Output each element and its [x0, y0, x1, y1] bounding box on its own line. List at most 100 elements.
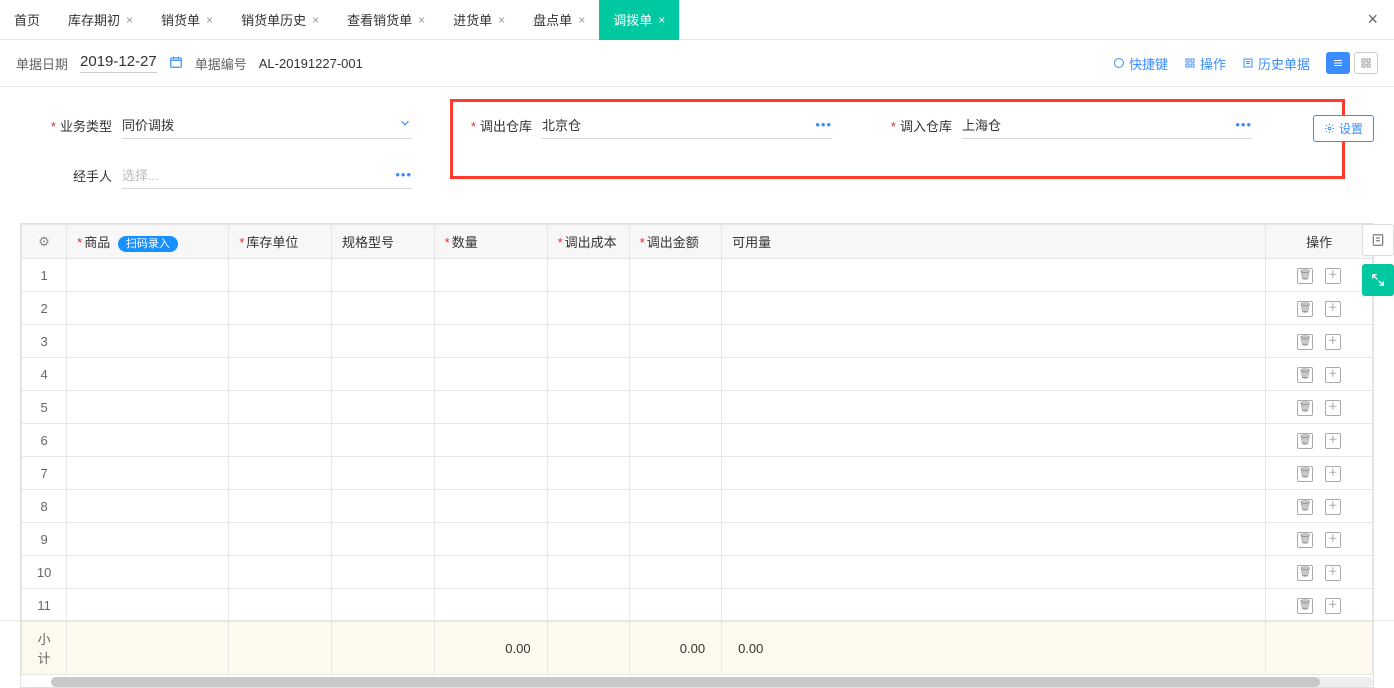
close-icon[interactable]: × [658, 13, 665, 27]
delete-row-icon[interactable]: 🗑 [1297, 367, 1313, 383]
cell-product[interactable] [67, 424, 229, 457]
scan-badge[interactable]: 扫码录入 [118, 236, 178, 252]
cell-cost[interactable] [547, 556, 629, 589]
cell-avail[interactable] [722, 490, 1266, 523]
cell-qty[interactable] [434, 325, 547, 358]
tab-sales-order[interactable]: 销货单× [147, 0, 227, 40]
horizontal-scrollbar[interactable] [51, 677, 1373, 687]
cell-qty[interactable] [434, 490, 547, 523]
cell-unit[interactable] [229, 391, 332, 424]
cell-unit[interactable] [229, 358, 332, 391]
tab-purchase[interactable]: 进货单× [439, 0, 519, 40]
cell-amount[interactable] [629, 490, 721, 523]
add-row-icon[interactable]: ＋ [1325, 367, 1341, 383]
cell-unit[interactable] [229, 589, 332, 622]
table-row[interactable]: 8 🗑 ＋ [22, 490, 1373, 523]
close-icon[interactable]: × [498, 13, 505, 27]
calendar-icon[interactable] [169, 55, 183, 72]
cell-product[interactable] [67, 490, 229, 523]
delete-row-icon[interactable]: 🗑 [1297, 301, 1313, 317]
table-row[interactable]: 4 🗑 ＋ [22, 358, 1373, 391]
table-row[interactable]: 7 🗑 ＋ [22, 457, 1373, 490]
date-value[interactable]: 2019-12-27 [80, 53, 157, 73]
table-row[interactable]: 6 🗑 ＋ [22, 424, 1373, 457]
close-icon[interactable]: × [126, 13, 133, 27]
operate-link[interactable]: 操作 [1184, 54, 1226, 73]
notes-icon[interactable] [1362, 224, 1394, 256]
add-row-icon[interactable]: ＋ [1325, 598, 1341, 614]
cell-unit[interactable] [229, 457, 332, 490]
add-row-icon[interactable]: ＋ [1325, 532, 1341, 548]
cell-avail[interactable] [722, 358, 1266, 391]
cell-cost[interactable] [547, 325, 629, 358]
close-icon[interactable]: × [206, 13, 213, 27]
cell-cost[interactable] [547, 490, 629, 523]
cell-avail[interactable] [722, 259, 1266, 292]
cell-unit[interactable] [229, 556, 332, 589]
history-link[interactable]: 历史单据 [1242, 54, 1310, 73]
cell-spec[interactable] [332, 292, 435, 325]
cell-spec[interactable] [332, 391, 435, 424]
cell-spec[interactable] [332, 490, 435, 523]
out-warehouse-select[interactable]: 北京仓 ••• [542, 111, 832, 139]
settings-button[interactable]: 设置 [1313, 115, 1374, 142]
tab-inventory-init[interactable]: 库存期初× [54, 0, 147, 40]
cell-cost[interactable] [547, 589, 629, 622]
cell-unit[interactable] [229, 259, 332, 292]
delete-row-icon[interactable]: 🗑 [1297, 433, 1313, 449]
more-icon[interactable]: ••• [815, 117, 832, 132]
cell-amount[interactable] [629, 292, 721, 325]
cell-unit[interactable] [229, 292, 332, 325]
cell-cost[interactable] [547, 358, 629, 391]
cell-cost[interactable] [547, 457, 629, 490]
cell-cost[interactable] [547, 391, 629, 424]
delete-row-icon[interactable]: 🗑 [1297, 400, 1313, 416]
cell-product[interactable] [67, 523, 229, 556]
close-all-icon[interactable]: × [1361, 9, 1384, 30]
delete-row-icon[interactable]: 🗑 [1297, 466, 1313, 482]
tab-stocktake[interactable]: 盘点单× [519, 0, 599, 40]
cell-qty[interactable] [434, 358, 547, 391]
delete-row-icon[interactable]: 🗑 [1297, 598, 1313, 614]
cell-unit[interactable] [229, 490, 332, 523]
cell-spec[interactable] [332, 457, 435, 490]
cell-cost[interactable] [547, 259, 629, 292]
cell-cost[interactable] [547, 292, 629, 325]
add-row-icon[interactable]: ＋ [1325, 268, 1341, 284]
cell-spec[interactable] [332, 556, 435, 589]
table-row[interactable]: 2 🗑 ＋ [22, 292, 1373, 325]
close-icon[interactable]: × [312, 13, 319, 27]
cell-product[interactable] [67, 259, 229, 292]
view-grid-icon[interactable] [1354, 52, 1378, 74]
add-row-icon[interactable]: ＋ [1325, 466, 1341, 482]
cell-product[interactable] [67, 292, 229, 325]
cell-unit[interactable] [229, 424, 332, 457]
table-row[interactable]: 9 🗑 ＋ [22, 523, 1373, 556]
expand-icon[interactable] [1362, 264, 1394, 296]
cell-spec[interactable] [332, 358, 435, 391]
add-row-icon[interactable]: ＋ [1325, 433, 1341, 449]
tab-view-sales[interactable]: 查看销货单× [333, 0, 439, 40]
cell-product[interactable] [67, 325, 229, 358]
column-settings[interactable]: ⚙ [22, 225, 67, 259]
more-icon[interactable]: ••• [1235, 117, 1252, 132]
cell-cost[interactable] [547, 523, 629, 556]
cell-amount[interactable] [629, 589, 721, 622]
cell-product[interactable] [67, 391, 229, 424]
tab-transfer[interactable]: 调拨单× [599, 0, 679, 40]
delete-row-icon[interactable]: 🗑 [1297, 499, 1313, 515]
cell-qty[interactable] [434, 523, 547, 556]
tab-home[interactable]: 首页 [0, 0, 54, 40]
table-row[interactable]: 1 🗑 ＋ [22, 259, 1373, 292]
cell-qty[interactable] [434, 556, 547, 589]
cell-amount[interactable] [629, 391, 721, 424]
table-row[interactable]: 10 🗑 ＋ [22, 556, 1373, 589]
cell-avail[interactable] [722, 523, 1266, 556]
cell-amount[interactable] [629, 358, 721, 391]
cell-qty[interactable] [434, 391, 547, 424]
shortcut-link[interactable]: 快捷键 [1113, 54, 1168, 73]
cell-avail[interactable] [722, 457, 1266, 490]
add-row-icon[interactable]: ＋ [1325, 334, 1341, 350]
cell-unit[interactable] [229, 325, 332, 358]
close-icon[interactable]: × [418, 13, 425, 27]
